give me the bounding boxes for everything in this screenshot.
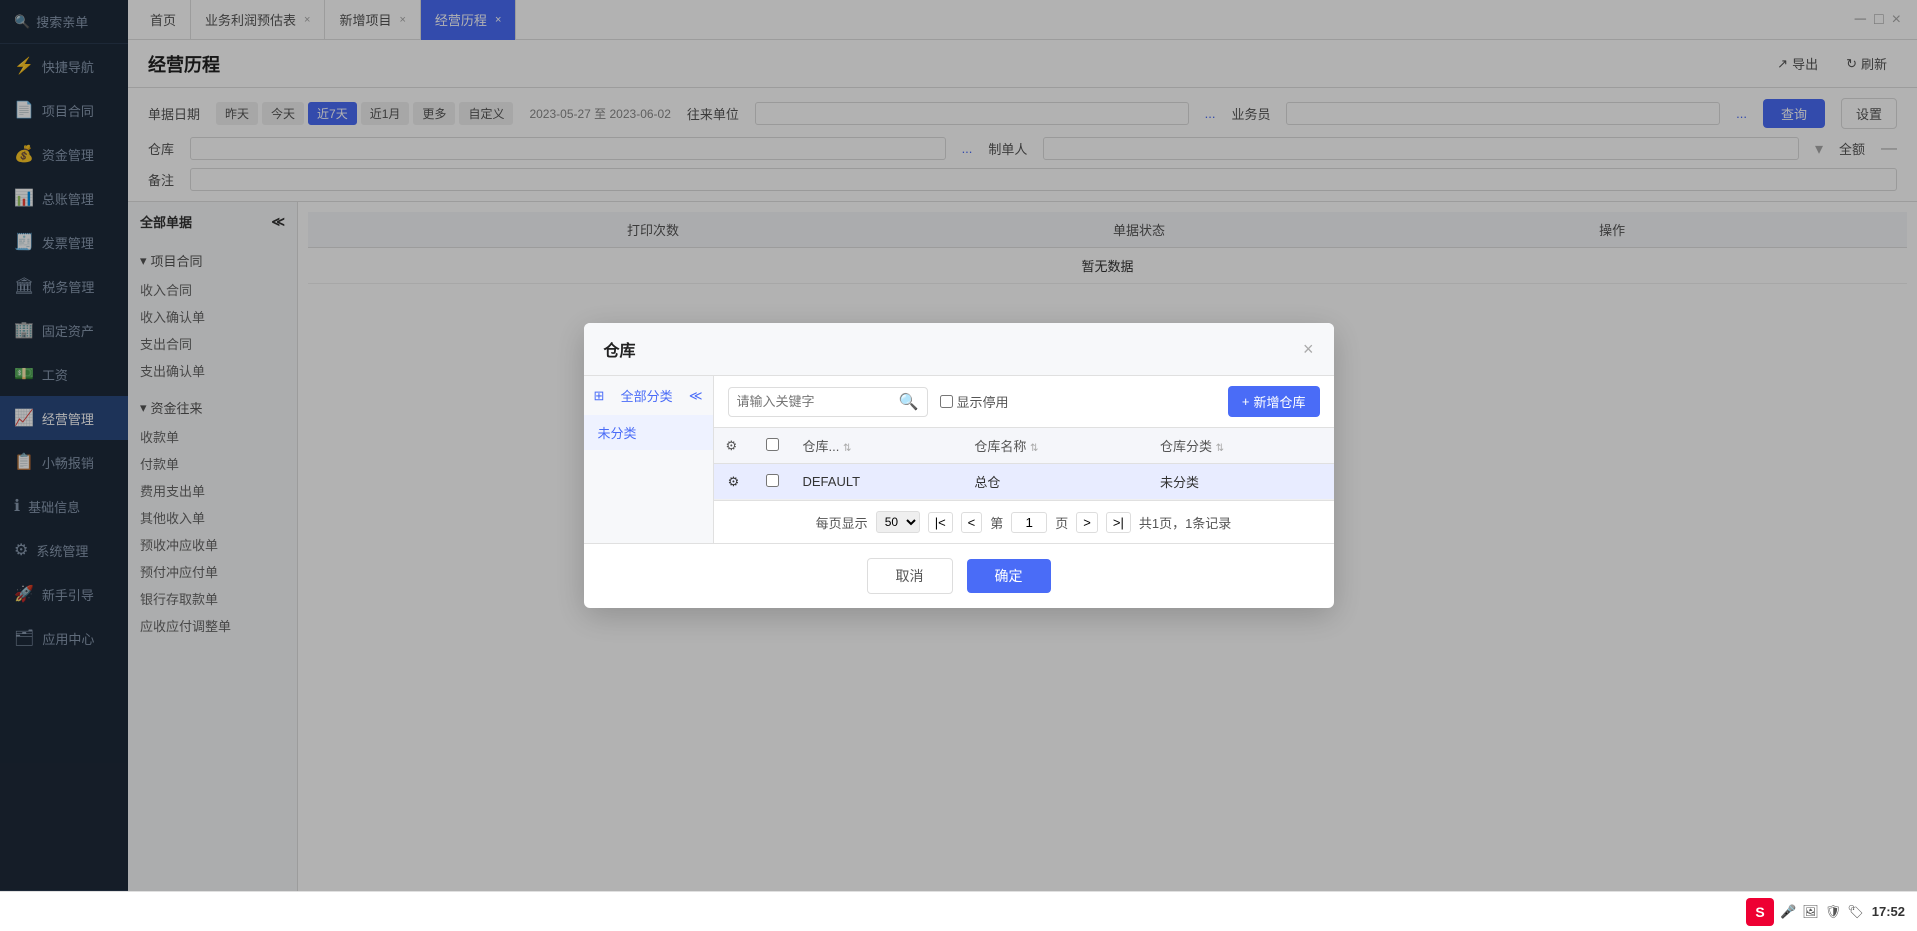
- taskbar-icon-mic: 🎤: [1780, 904, 1796, 920]
- modal-sidebar-title: 全部分类: [621, 386, 673, 405]
- table-row[interactable]: ⚙ DEFAULT 总仓 未分类: [714, 464, 1334, 500]
- modal-main: 🔍 显示停用 + 新增仓库: [714, 376, 1334, 543]
- modal-sidebar-header[interactable]: ⊞ 全部分类 ≪: [584, 376, 713, 415]
- modal-title: 仓库: [604, 337, 636, 361]
- modal-table: ⚙ 仓库... ⇅ 仓库名称 ⇅: [714, 428, 1334, 500]
- col-category[interactable]: 仓库分类 ⇅: [1148, 428, 1334, 464]
- row-checkbox-cell[interactable]: [754, 464, 791, 500]
- col-name-label: 仓库名称: [974, 439, 1026, 454]
- modal-actions: 取消 确定: [584, 543, 1334, 608]
- show-disabled-label[interactable]: 显示停用: [940, 392, 1009, 411]
- taskbar-time: 17:52: [1872, 904, 1905, 919]
- grid-icon: ⊞: [594, 388, 605, 404]
- total-records: 共1页，1条记录: [1139, 513, 1231, 532]
- last-page-btn[interactable]: >|: [1106, 512, 1131, 533]
- taskbar-icons: S 🎤 🖼 🛡 🏷: [1746, 898, 1864, 926]
- row-code: DEFAULT: [791, 464, 963, 500]
- modal-sidebar-item-label: 未分类: [598, 426, 637, 441]
- toolbar-left: 🔍 显示停用: [728, 387, 1009, 417]
- search-box: 🔍: [728, 387, 928, 417]
- modal-sidebar-collapse[interactable]: ≪: [689, 388, 703, 404]
- col-category-label: 仓库分类: [1160, 439, 1212, 454]
- add-icon: +: [1242, 394, 1250, 409]
- modal-page-input[interactable]: [1011, 512, 1047, 533]
- sort-icon-category: ⇅: [1216, 443, 1224, 454]
- sort-icon-name: ⇅: [1030, 443, 1038, 454]
- modal-table-area: ⚙ 仓库... ⇅ 仓库名称 ⇅: [714, 428, 1334, 500]
- row-settings-icon: ⚙: [714, 464, 754, 500]
- row-name: 总仓: [962, 464, 1148, 500]
- taskbar-icon-shield: 🛡: [1825, 904, 1842, 920]
- modal-overlay[interactable]: 仓库 × ⊞ 全部分类 ≪ 未分类: [0, 0, 1917, 931]
- prev-page-btn[interactable]: <: [961, 512, 983, 533]
- select-all-checkbox[interactable]: [766, 438, 779, 451]
- s-logo: S: [1746, 898, 1774, 926]
- page-suffix: 页: [1055, 513, 1068, 532]
- modal-pagination: 每页显示 50 |< < 第 页 > >| 共1页，1条记录: [714, 500, 1334, 543]
- row-category: 未分类: [1148, 464, 1334, 500]
- show-disabled-checkbox[interactable]: [940, 395, 953, 408]
- modal-sidebar: ⊞ 全部分类 ≪ 未分类: [584, 376, 714, 543]
- modal-sidebar-item-weifenlei[interactable]: 未分类: [584, 415, 713, 450]
- modal-close-button[interactable]: ×: [1303, 339, 1314, 360]
- row-checkbox[interactable]: [766, 474, 779, 487]
- confirm-button[interactable]: 确定: [967, 559, 1051, 593]
- warehouse-modal: 仓库 × ⊞ 全部分类 ≪ 未分类: [584, 323, 1334, 608]
- add-btn-label: 新增仓库: [1253, 392, 1305, 411]
- col-settings[interactable]: ⚙: [714, 428, 754, 464]
- col-name[interactable]: 仓库名称 ⇅: [962, 428, 1148, 464]
- first-page-btn[interactable]: |<: [928, 512, 953, 533]
- page-label: 第: [990, 513, 1003, 532]
- search-input[interactable]: [737, 394, 893, 409]
- show-disabled-text: 显示停用: [957, 392, 1009, 411]
- modal-toolbar: 🔍 显示停用 + 新增仓库: [714, 376, 1334, 428]
- col-checkbox: [754, 428, 791, 464]
- next-page-btn[interactable]: >: [1076, 512, 1098, 533]
- add-warehouse-button[interactable]: + 新增仓库: [1228, 386, 1320, 417]
- per-page-label: 每页显示: [816, 513, 868, 532]
- sort-icon-code: ⇅: [843, 443, 851, 454]
- taskbar-icon-flag: 🏷: [1847, 904, 1864, 920]
- cancel-button[interactable]: 取消: [867, 558, 953, 594]
- search-icon: 🔍: [899, 392, 919, 412]
- modal-body: ⊞ 全部分类 ≪ 未分类 🔍: [584, 376, 1334, 543]
- modal-header: 仓库 ×: [584, 323, 1334, 376]
- col-code-label: 仓库...: [803, 439, 840, 454]
- taskbar: S 🎤 🖼 🛡 🏷 17:52: [0, 891, 1917, 931]
- taskbar-icon-img: 🖼: [1802, 904, 1819, 920]
- modal-per-page-select[interactable]: 50: [876, 511, 920, 533]
- col-code[interactable]: 仓库... ⇅: [791, 428, 963, 464]
